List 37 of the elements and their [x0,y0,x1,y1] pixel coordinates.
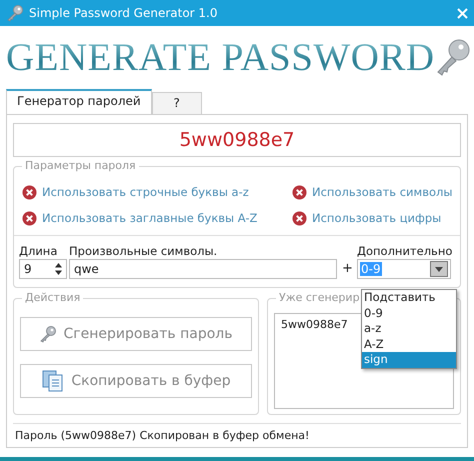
password-display: 5ww0988e7 [179,129,295,151]
group-title: Параметры пароля [22,159,139,172]
tab[interactable]: ? [152,92,202,114]
key-icon [434,38,471,76]
option-label[interactable]: Использовать строчные буквы a-z [42,185,249,199]
dropdown-option[interactable]: Подставить [362,290,456,306]
option-label[interactable]: Использовать цифры [312,211,442,225]
dropdown-option[interactable]: sign [362,352,456,368]
length-label: Длина [19,244,58,258]
option-label[interactable]: Использовать символы [312,185,452,199]
custom-symbols-label: Произвольные символы. [69,244,218,258]
option-label[interactable]: Использовать заглавные буквы A-Z [42,211,258,225]
status-message: Пароль (5ww0988e7) Скопирован в буфер обмена! [15,428,310,442]
action-button[interactable]: Сгенерировать пароль [20,317,252,351]
key-icon [6,4,24,22]
extra-label: Дополнительно [357,244,452,258]
close-icon[interactable] [457,8,468,18]
dropdown-option[interactable]: 0-9 [362,306,456,321]
documents-icon [41,369,66,393]
cross-icon[interactable] [292,210,307,226]
length-spinner[interactable]: 9 [19,259,67,279]
group-title: Уже сгенерир [276,291,363,304]
dropdown-arrow-icon[interactable] [435,266,443,272]
history-item[interactable]: 5ww0988e7 [281,318,348,331]
cross-icon[interactable] [22,184,37,200]
custom-symbols-field[interactable]: qwe [69,259,337,279]
cross-icon[interactable] [22,210,37,226]
dropdown-option[interactable]: a-z [362,321,456,336]
action-button[interactable]: Скопировать в буфер [20,364,252,398]
tab[interactable]: Генератор паролей [6,89,152,114]
dropdown-option[interactable]: A-Z [362,336,456,352]
window-title: Simple Password Generator 1.0 [29,6,218,20]
plus-sign: + [341,261,354,278]
key-icon [39,325,58,343]
group-title: Действия [22,291,84,304]
cross-icon[interactable] [292,184,307,200]
spinner-arrows-icon[interactable] [55,262,62,276]
